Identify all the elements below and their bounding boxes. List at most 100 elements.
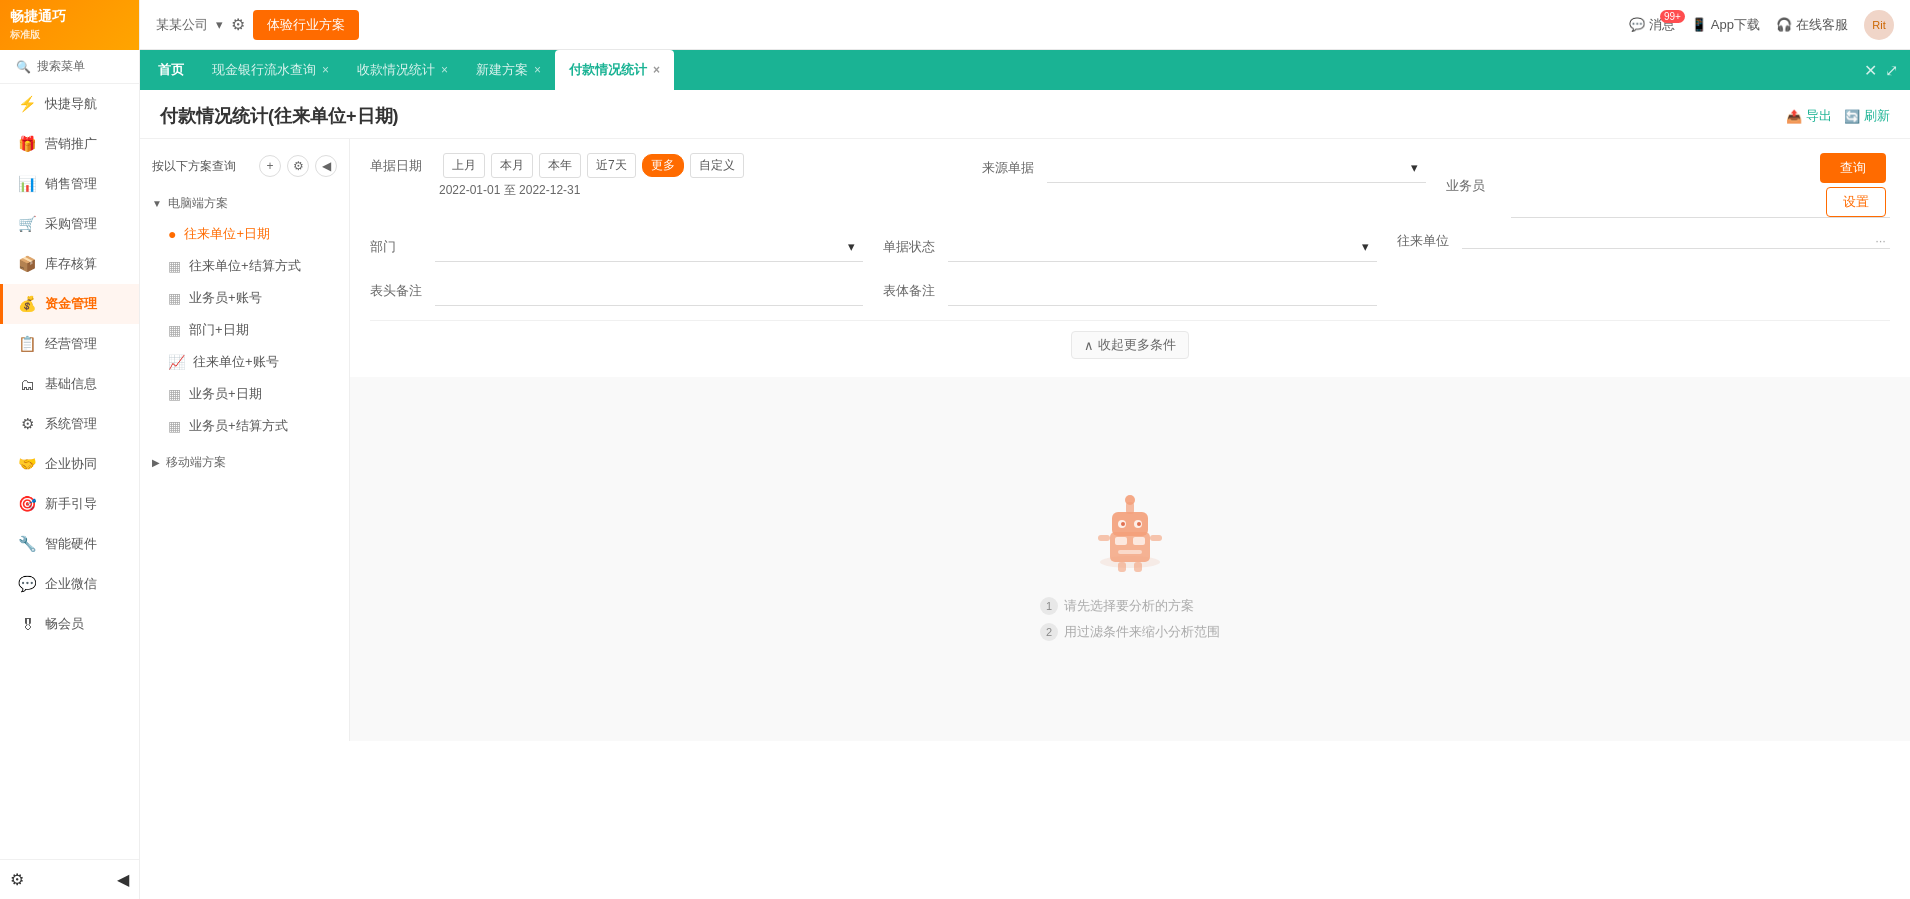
scheme-panel-title: 按以下方案查询	[152, 158, 236, 175]
refresh-btn[interactable]: 🔄 刷新	[1844, 107, 1890, 125]
set-btn[interactable]: 设置	[1826, 187, 1886, 217]
sidebar-item-label: 快捷导航	[45, 95, 97, 113]
tab-payment-stats-label: 收款情况统计	[357, 61, 435, 79]
partner-dots[interactable]: ···	[1875, 233, 1886, 248]
sidebar-item-sales[interactable]: 📊 销售管理	[0, 164, 139, 204]
online-service-btn[interactable]: 🎧 在线客服	[1776, 16, 1848, 34]
svg-rect-5	[1112, 512, 1148, 536]
sidebar-logo: 畅捷通巧 标准版	[0, 0, 139, 50]
date-btn-7days[interactable]: 近7天	[587, 153, 636, 178]
sidebar-search[interactable]: 🔍 搜索菜单	[0, 50, 139, 84]
tab-close-all-icon[interactable]: ✕	[1864, 61, 1877, 80]
header-note-input[interactable]	[435, 276, 863, 306]
logo-sub: 标准版	[10, 28, 66, 42]
sidebar-item-fund[interactable]: 💰 资金管理	[0, 284, 139, 324]
tab-bank-flow[interactable]: 现金银行流水查询 ×	[198, 50, 343, 90]
scheme-mobile-group[interactable]: ▶ 移动端方案	[140, 448, 349, 477]
tab-new-scheme-close[interactable]: ×	[534, 63, 541, 77]
user-initial: Rit	[1872, 19, 1885, 31]
tab-payment-stats2[interactable]: 付款情况统计 ×	[555, 50, 674, 90]
desktop-arrow-icon: ▼	[152, 198, 162, 209]
tab-payment-stats[interactable]: 收款情况统计 ×	[343, 50, 462, 90]
refresh-label: 刷新	[1864, 107, 1890, 125]
scheme-s1-label: 往来单位+日期	[184, 225, 270, 243]
filter-panel: 单据日期 上月 本月 本年 近7天 更多 自定义	[350, 139, 1910, 741]
header-note-label: 表头备注	[370, 282, 425, 300]
sidebar-item-system[interactable]: ⚙ 系统管理	[0, 404, 139, 444]
sidebar-item-marketing[interactable]: 🎁 营销推广	[0, 124, 139, 164]
collapse-label: 收起更多条件	[1098, 336, 1176, 354]
app-download-btn[interactable]: 📱 App下载	[1691, 16, 1760, 34]
svg-point-8	[1121, 522, 1125, 526]
filter-row-1: 单据日期 上月 本月 本年 近7天 更多 自定义	[370, 153, 1890, 218]
scheme-item-s2[interactable]: ▦ 往来单位+结算方式	[140, 250, 349, 282]
notification-btn[interactable]: 💬 消息 99+	[1629, 16, 1675, 34]
svg-rect-1	[1110, 532, 1150, 562]
sidebar-item-inventory[interactable]: 📦 库存核算	[0, 244, 139, 284]
tab-expand-icon[interactable]: ⤢	[1885, 61, 1898, 80]
topbar-settings-icon[interactable]: ⚙	[231, 15, 245, 34]
app-icon: 📱	[1691, 17, 1707, 32]
date-btn-this-year[interactable]: 本年	[539, 153, 581, 178]
source-doc-select[interactable]: ▾	[1047, 153, 1426, 183]
page-container: 付款情况统计(往来单位+日期) 📤 导出 🔄 刷新	[140, 90, 1910, 899]
try-industry-btn[interactable]: 体验行业方案	[253, 10, 359, 40]
sidebar-item-member[interactable]: 🎖 畅会员	[0, 604, 139, 644]
export-btn[interactable]: 📤 导出	[1786, 107, 1832, 125]
sidebar-settings-icon[interactable]: ⚙	[10, 870, 24, 889]
date-btn-more[interactable]: 更多	[642, 154, 684, 177]
scheme-desktop-group: ▼ 电脑端方案 ● 往来单位+日期 ▦ 往来单位+结算方式 ▦	[140, 183, 349, 448]
hardware-icon: 🔧	[17, 534, 37, 554]
sidebar-item-label: 经营管理	[45, 335, 97, 353]
sidebar-item-label: 采购管理	[45, 215, 97, 233]
scheme-item-s7[interactable]: ▦ 业务员+结算方式	[140, 410, 349, 442]
scheme-collapse-btn[interactable]: ◀	[315, 155, 337, 177]
sidebar-collapse-icon[interactable]: ◀	[117, 870, 129, 889]
sidebar-item-label: 新手引导	[45, 495, 97, 513]
sidebar-item-hardware[interactable]: 🔧 智能硬件	[0, 524, 139, 564]
sidebar-item-corp[interactable]: 🤝 企业协同	[0, 444, 139, 484]
date-selector: 上月 本月 本年 近7天 更多 自定义	[443, 153, 744, 178]
body-note-input[interactable]	[948, 276, 1376, 306]
scheme-item-s5[interactable]: 📈 往来单位+账号	[140, 346, 349, 378]
notification-badge: 99+	[1660, 10, 1685, 23]
sidebar-item-ops[interactable]: 📋 经营管理	[0, 324, 139, 364]
sidebar-item-quick-nav[interactable]: ⚡ 快捷导航	[0, 84, 139, 124]
export-icon: 📤	[1786, 109, 1802, 124]
scheme-desktop-title[interactable]: ▼ 电脑端方案	[140, 189, 349, 218]
scheme-item-s3[interactable]: ▦ 业务员+账号	[140, 282, 349, 314]
query-btn[interactable]: 查询	[1820, 153, 1886, 183]
sidebar-item-wechat[interactable]: 💬 企业微信	[0, 564, 139, 604]
logo-name: 畅捷通巧	[10, 8, 66, 26]
date-btn-custom[interactable]: 自定义	[690, 153, 744, 178]
topbar-dropdown-icon[interactable]: ▾	[216, 17, 223, 32]
tab-home[interactable]: 首页	[144, 50, 198, 90]
avatar[interactable]: Rit	[1864, 10, 1894, 40]
doc-status-select[interactable]: ▾	[948, 232, 1376, 262]
tab-bank-flow-close[interactable]: ×	[322, 63, 329, 77]
sidebar-item-guide[interactable]: 🎯 新手引导	[0, 484, 139, 524]
scheme-item-s1[interactable]: ● 往来单位+日期	[140, 218, 349, 250]
dept-select[interactable]: ▾	[435, 232, 863, 262]
date-btn-this-month[interactable]: 本月	[491, 153, 533, 178]
scheme-s4-icon: ▦	[168, 322, 181, 338]
filter-actions-row: ∧ 收起更多条件	[370, 320, 1890, 363]
scheme-panel-header: 按以下方案查询 + ⚙ ◀	[140, 149, 349, 183]
sidebar-item-label: 企业微信	[45, 575, 97, 593]
scheme-item-s6[interactable]: ▦ 业务员+日期	[140, 378, 349, 410]
scheme-settings-btn[interactable]: ⚙	[287, 155, 309, 177]
search-label: 搜索菜单	[37, 58, 85, 75]
tab-new-scheme[interactable]: 新建方案 ×	[462, 50, 555, 90]
date-label: 单据日期	[370, 157, 425, 175]
collapse-conditions-btn[interactable]: ∧ 收起更多条件	[1071, 331, 1189, 359]
sidebar-item-label: 智能硬件	[45, 535, 97, 553]
tab-payment-stats2-close[interactable]: ×	[653, 63, 660, 77]
scheme-s7-icon: ▦	[168, 418, 181, 434]
scheme-s5-label: 往来单位+账号	[193, 353, 279, 371]
sidebar-item-purchase[interactable]: 🛒 采购管理	[0, 204, 139, 244]
date-btn-last-month[interactable]: 上月	[443, 153, 485, 178]
scheme-add-btn[interactable]: +	[259, 155, 281, 177]
sidebar-item-basic[interactable]: 🗂 基础信息	[0, 364, 139, 404]
scheme-item-s4[interactable]: ▦ 部门+日期	[140, 314, 349, 346]
tab-payment-stats-close[interactable]: ×	[441, 63, 448, 77]
